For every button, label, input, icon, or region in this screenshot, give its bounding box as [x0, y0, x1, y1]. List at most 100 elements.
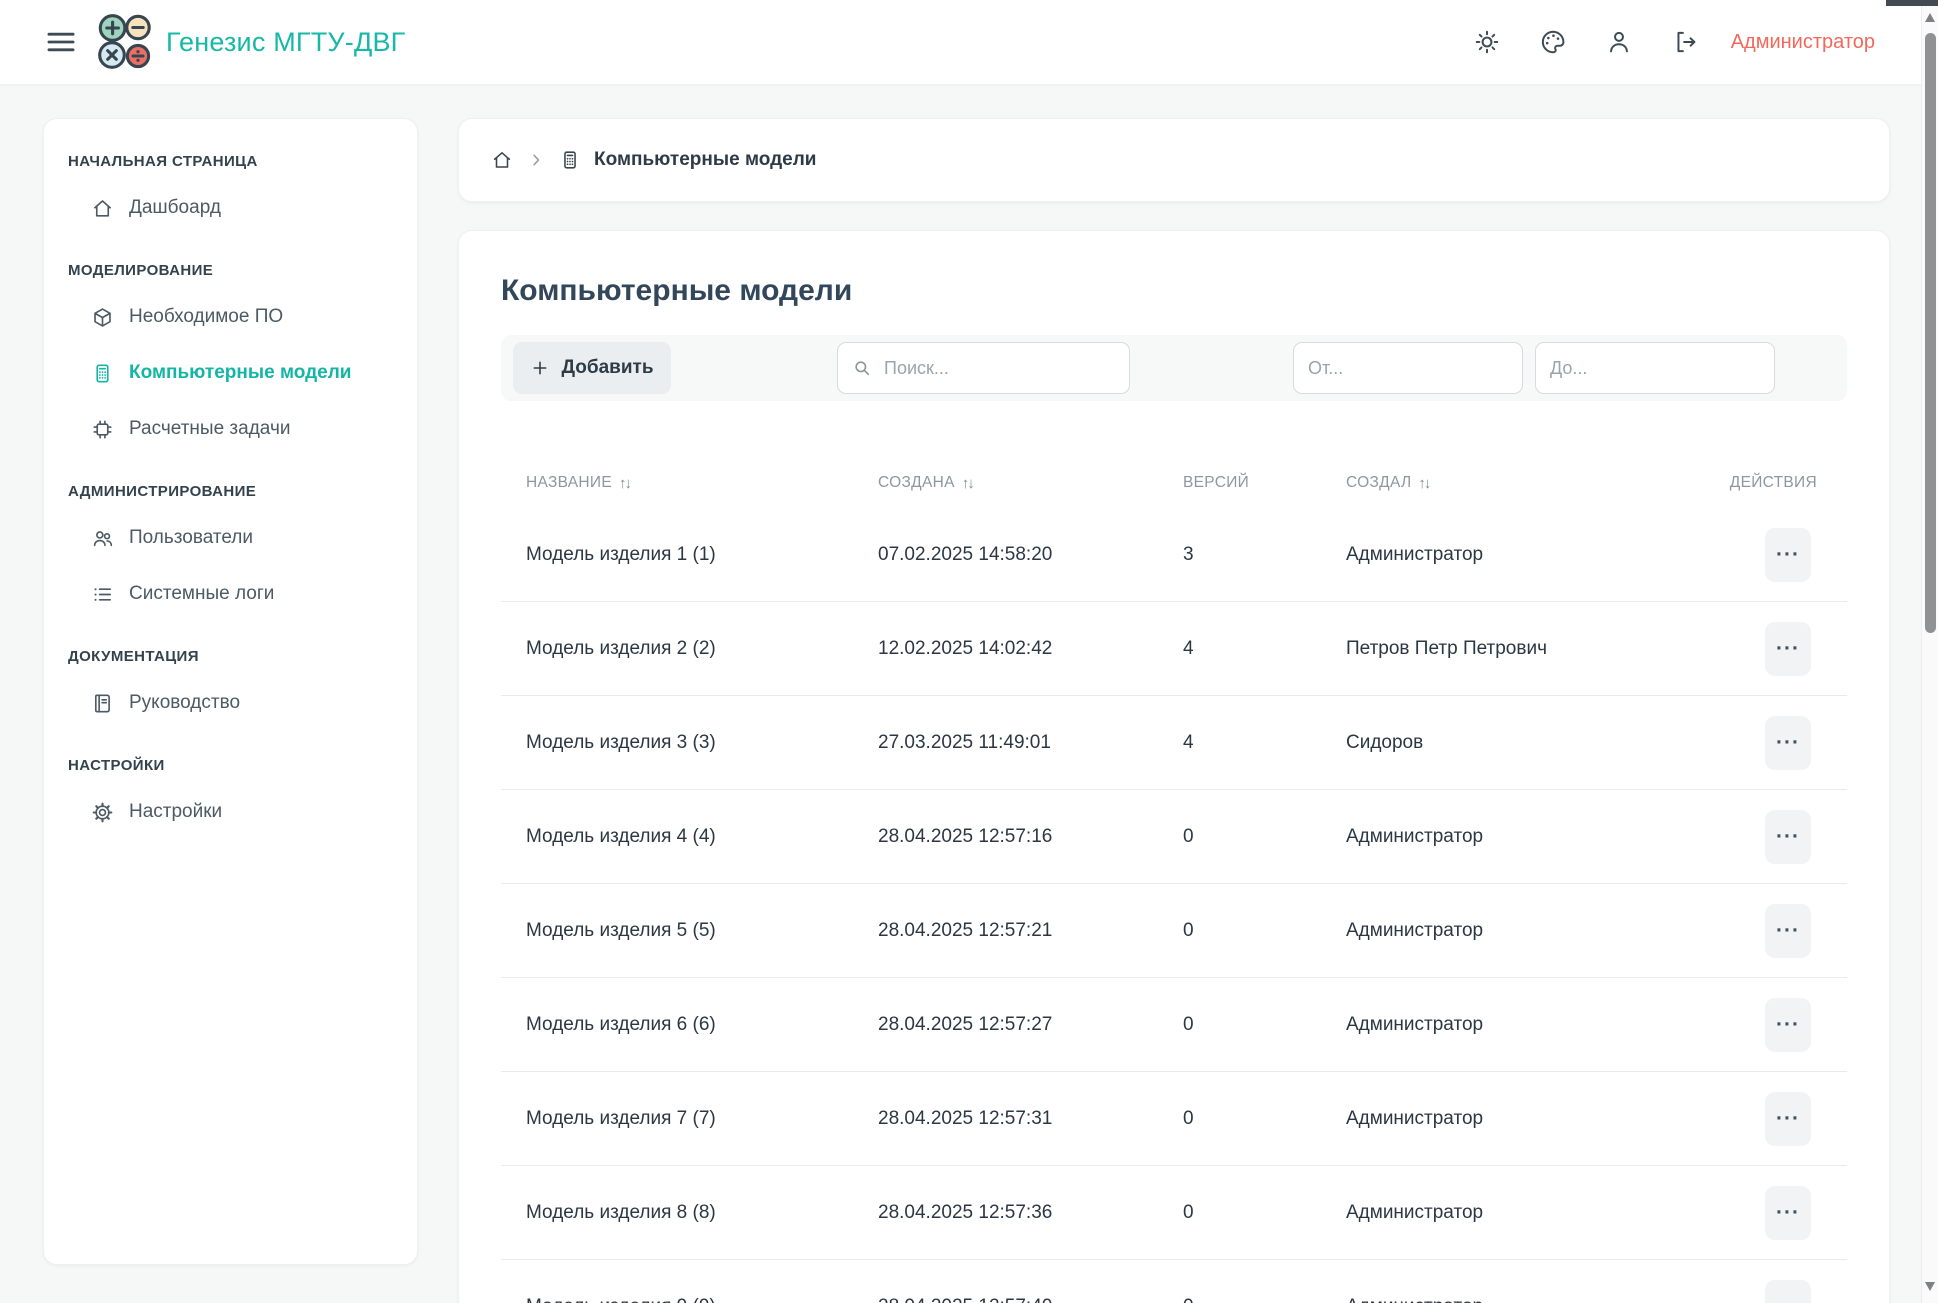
scrollbar-thumb[interactable] — [1925, 33, 1936, 633]
column-header-actions: ДЕЙСТВИЯ — [1712, 474, 1847, 492]
scrollbar[interactable] — [1921, 0, 1938, 1303]
add-button[interactable]: Добавить — [513, 342, 671, 394]
app-title: Генезис МГТУ-ДВГ — [166, 26, 406, 57]
row-actions-button[interactable]: ··· — [1765, 1185, 1811, 1240]
versions-cell: 0 — [1183, 1013, 1194, 1035]
home-icon[interactable] — [491, 149, 513, 171]
date-from-input[interactable] — [1294, 343, 1522, 393]
creator-cell: Администратор — [1346, 919, 1484, 941]
cpu-icon — [91, 418, 114, 441]
creator-cell: Администратор — [1346, 825, 1484, 847]
created-cell: 28.04.2025 12:57:31 — [878, 1107, 1053, 1129]
versions-cell: 0 — [1183, 1296, 1346, 1303]
palette-icon[interactable] — [1539, 28, 1567, 56]
row-actions-button[interactable]: ··· — [1765, 903, 1811, 958]
sidebar-item-settings[interactable]: Настройки — [44, 784, 417, 840]
model-name-cell: Модель изделия 9 (9) — [501, 1296, 878, 1303]
table-row: Модель изделия 3 (3) 27.03.2025 11:49:01 4… — [501, 696, 1847, 790]
window-edge — [1886, 0, 1938, 6]
table-row: Модель изделия 1 (1) 07.02.2025 14:58:20 3… — [501, 508, 1847, 602]
user-icon[interactable] — [1605, 28, 1633, 56]
actions-cell: ··· — [1712, 715, 1847, 770]
search-field — [837, 342, 1130, 394]
content-card: Компьютерные модели Добавить НАЗВАНИЕ↑↓С… — [458, 230, 1890, 1303]
table-row: Модель изделия 9 (9)28.04.2025 12:57:400… — [501, 1260, 1847, 1303]
actions-cell: ··· — [1712, 809, 1847, 864]
sidebar-item-computer-models[interactable]: Компьютерные модели — [44, 345, 417, 401]
sidebar-item-manual[interactable]: Руководство — [44, 675, 417, 731]
table-row: Модель изделия 6 (6) 28.04.2025 12:57:27 0… — [501, 978, 1847, 1072]
sidebar-item-system-logs[interactable]: Системные логи — [44, 566, 417, 622]
creator-cell: Администратор — [1346, 543, 1484, 565]
sidebar-item-dashboard[interactable]: Дашбоард — [44, 180, 417, 236]
header-actions: Администратор — [1473, 28, 1875, 56]
cube-icon — [91, 306, 114, 329]
date-to-input[interactable] — [1536, 343, 1774, 393]
actions-cell: ··· — [1712, 1185, 1847, 1240]
table-row: Модель изделия 5 (5) 28.04.2025 12:57:21 0… — [501, 884, 1847, 978]
toolbar: Добавить — [501, 335, 1847, 401]
table-row: Модель изделия 7 (7) 28.04.2025 12:57:31 0… — [501, 1072, 1847, 1166]
column-header-label: СОЗДАЛ — [1346, 474, 1412, 491]
sidebar-item-calc-tasks[interactable]: Расчетные задачи — [44, 401, 417, 457]
sidebar-section-label: НАСТРОЙКИ — [68, 757, 165, 774]
table-row: Модель изделия 2 (2) 12.02.2025 14:02:42 4… — [501, 602, 1847, 696]
row-actions-button[interactable]: ··· — [1765, 621, 1811, 676]
created-cell: 27.03.2025 11:49:01 — [878, 731, 1051, 753]
row-actions-button[interactable]: ··· — [1765, 809, 1811, 864]
sun-icon[interactable] — [1473, 28, 1501, 56]
row-actions-button[interactable]: ··· — [1765, 997, 1811, 1052]
date-to-field — [1535, 342, 1775, 394]
top-header: Генезис МГТУ-ДВГ Администратор — [0, 0, 1938, 84]
users-icon — [91, 527, 114, 550]
creator-cell: Администратор — [1346, 1296, 1712, 1303]
sidebar-item-label: Системные логи — [129, 583, 275, 604]
gear-icon — [91, 801, 114, 824]
book-icon — [91, 692, 114, 715]
model-name-cell: Модель изделия 8 (8) — [526, 1201, 716, 1223]
breadcrumb: Компьютерные модели — [458, 118, 1890, 202]
column-header-creator[interactable]: СОЗДАЛ ↑↓ — [1346, 474, 1712, 492]
search-input[interactable] — [838, 343, 1129, 393]
sidebar-section-label: АДМИНИСТРИРОВАНИЕ — [68, 483, 257, 500]
versions-cell: 0 — [1183, 825, 1194, 847]
column-header-label: СОЗДАНА — [878, 474, 955, 491]
table-header: НАЗВАНИЕ ↑↓ СОЗДАНА ↑↓ ВЕРСИЙ СОЗДАЛ ↑↓ ДЕЙСТВИ… — [501, 458, 1847, 508]
sort-arrows-icon[interactable]: ↑↓ — [1418, 475, 1431, 492]
page-title: Компьютерные модели — [501, 274, 853, 307]
scrollbar-up-arrow[interactable] — [1925, 13, 1935, 22]
versions-cell: 4 — [1183, 637, 1194, 659]
column-header-created[interactable]: СОЗДАНА ↑↓ — [878, 474, 1183, 492]
created-cell: 28.04.2025 12:57:21 — [878, 919, 1053, 941]
sidebar-section-label: НАЧАЛЬНАЯ СТРАНИЦА — [68, 153, 258, 170]
creator-cell: Петров Петр Петрович — [1346, 637, 1547, 659]
scrollbar-down-arrow[interactable] — [1925, 1282, 1935, 1291]
sidebar-item-required-software[interactable]: Необходимое ПО — [44, 289, 417, 345]
versions-cell: 3 — [1183, 543, 1194, 565]
actions-cell: ··· — [1712, 527, 1847, 582]
menu-icon[interactable] — [44, 25, 78, 59]
sidebar-item-users[interactable]: Пользователи — [44, 510, 417, 566]
plus-icon — [530, 358, 550, 378]
actions-cell: ··· — [1712, 997, 1847, 1052]
versions-cell: 0 — [1183, 1107, 1194, 1129]
math-operators-logo — [96, 13, 154, 71]
column-header-label: НАЗВАНИЕ — [526, 474, 612, 491]
row-actions-button[interactable]: ··· — [1765, 715, 1811, 770]
column-header-name[interactable]: НАЗВАНИЕ ↑↓ — [501, 474, 878, 492]
model-name-cell: Модель изделия 1 (1) — [526, 543, 716, 565]
creator-cell: Администратор — [1346, 1107, 1484, 1129]
sort-arrows-icon[interactable]: ↑↓ — [962, 475, 975, 492]
actions-cell: ··· — [1712, 903, 1847, 958]
sort-arrows-icon[interactable]: ↑↓ — [619, 475, 632, 492]
model-name-cell: Модель изделия 2 (2) — [526, 637, 716, 659]
logout-icon[interactable] — [1671, 28, 1699, 56]
row-actions-button[interactable]: ··· — [1765, 527, 1811, 582]
sidebar: НАЧАЛЬНАЯ СТРАНИЦА Дашбоард МОДЕЛИРОВАНИЕ Н… — [43, 118, 418, 1265]
user-role-label[interactable]: Администратор — [1731, 31, 1875, 54]
row-actions-button[interactable]: ··· — [1765, 1279, 1811, 1303]
home-icon — [91, 197, 114, 220]
row-actions-button[interactable]: ··· — [1765, 1091, 1811, 1146]
list-icon — [91, 583, 114, 606]
sidebar-section-label: ДОКУМЕНТАЦИЯ — [68, 648, 199, 665]
